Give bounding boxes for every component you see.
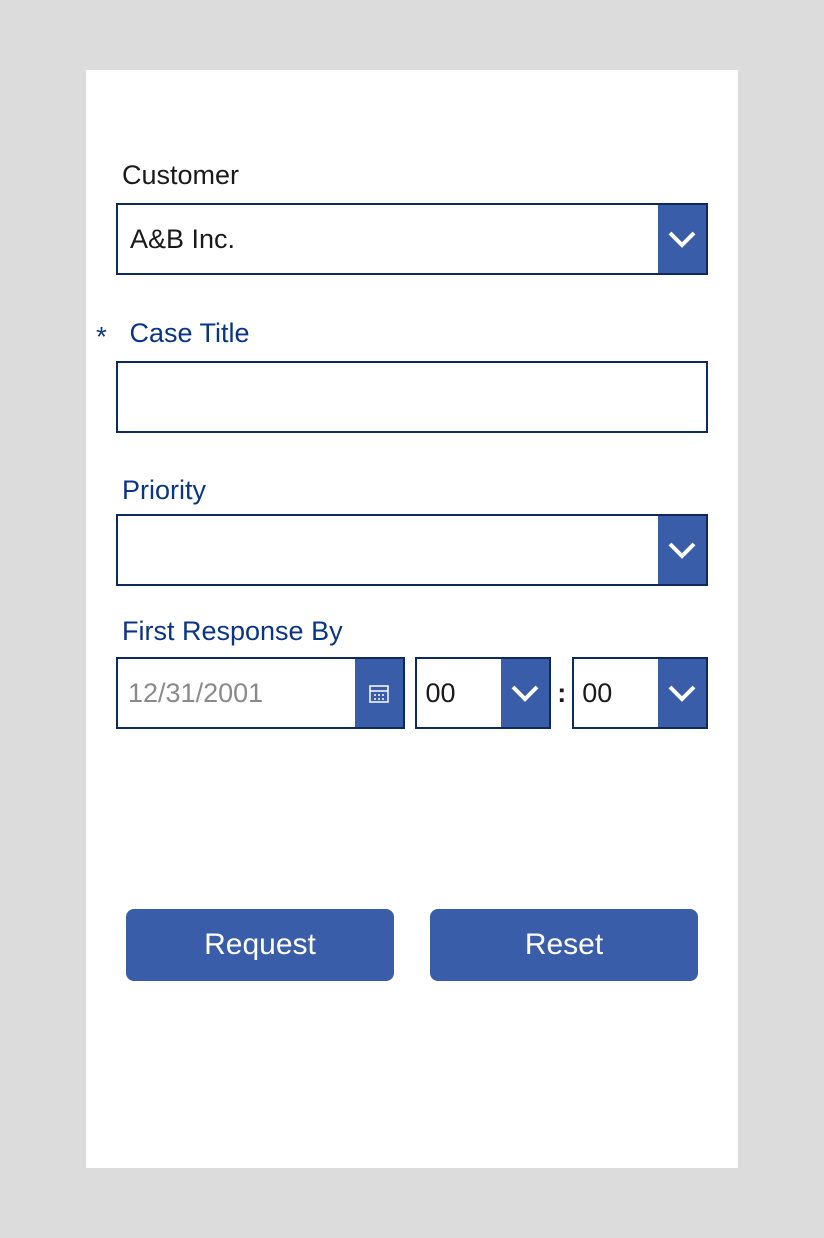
button-row: Request Reset xyxy=(116,909,708,981)
chevron-down-icon xyxy=(667,541,697,559)
priority-select-trigger[interactable] xyxy=(658,516,706,584)
hour-select-trigger[interactable] xyxy=(501,659,549,727)
time-separator: : xyxy=(557,678,566,709)
customer-select-value: A&B Inc. xyxy=(118,205,658,273)
hour-select[interactable]: 00 xyxy=(415,657,551,729)
minute-select[interactable]: 00 xyxy=(572,657,708,729)
hour-value: 00 xyxy=(417,659,501,727)
minute-select-trigger[interactable] xyxy=(658,659,706,727)
case-form-panel: Customer A&B Inc. * Case Title Priority xyxy=(86,70,738,1168)
request-button[interactable]: Request xyxy=(126,909,394,981)
chevron-down-icon xyxy=(667,230,697,248)
case-title-label: * Case Title xyxy=(116,317,708,349)
priority-label: Priority xyxy=(116,475,708,506)
customer-select-trigger[interactable] xyxy=(658,205,706,273)
priority-select-value xyxy=(118,516,658,584)
date-placeholder: 12/31/2001 xyxy=(118,659,355,727)
datetime-row: 12/31/2001 00 xyxy=(116,657,708,729)
priority-select[interactable] xyxy=(116,514,708,586)
minute-value: 00 xyxy=(574,659,658,727)
reset-button[interactable]: Reset xyxy=(430,909,698,981)
customer-field-group: Customer A&B Inc. xyxy=(116,160,708,275)
case-title-label-text: Case Title xyxy=(130,318,250,348)
case-title-field-group: * Case Title xyxy=(116,317,708,433)
chevron-down-icon xyxy=(510,684,540,702)
customer-select[interactable]: A&B Inc. xyxy=(116,203,708,275)
first-response-field-group: First Response By 12/31/2001 xyxy=(116,616,708,729)
date-picker-trigger[interactable] xyxy=(355,659,403,727)
calendar-icon xyxy=(368,682,390,704)
date-picker[interactable]: 12/31/2001 xyxy=(116,657,405,729)
case-title-input[interactable] xyxy=(116,361,708,433)
chevron-down-icon xyxy=(667,684,697,702)
first-response-label: First Response By xyxy=(116,616,708,647)
priority-field-group: Priority xyxy=(116,475,708,586)
customer-label: Customer xyxy=(116,160,708,191)
